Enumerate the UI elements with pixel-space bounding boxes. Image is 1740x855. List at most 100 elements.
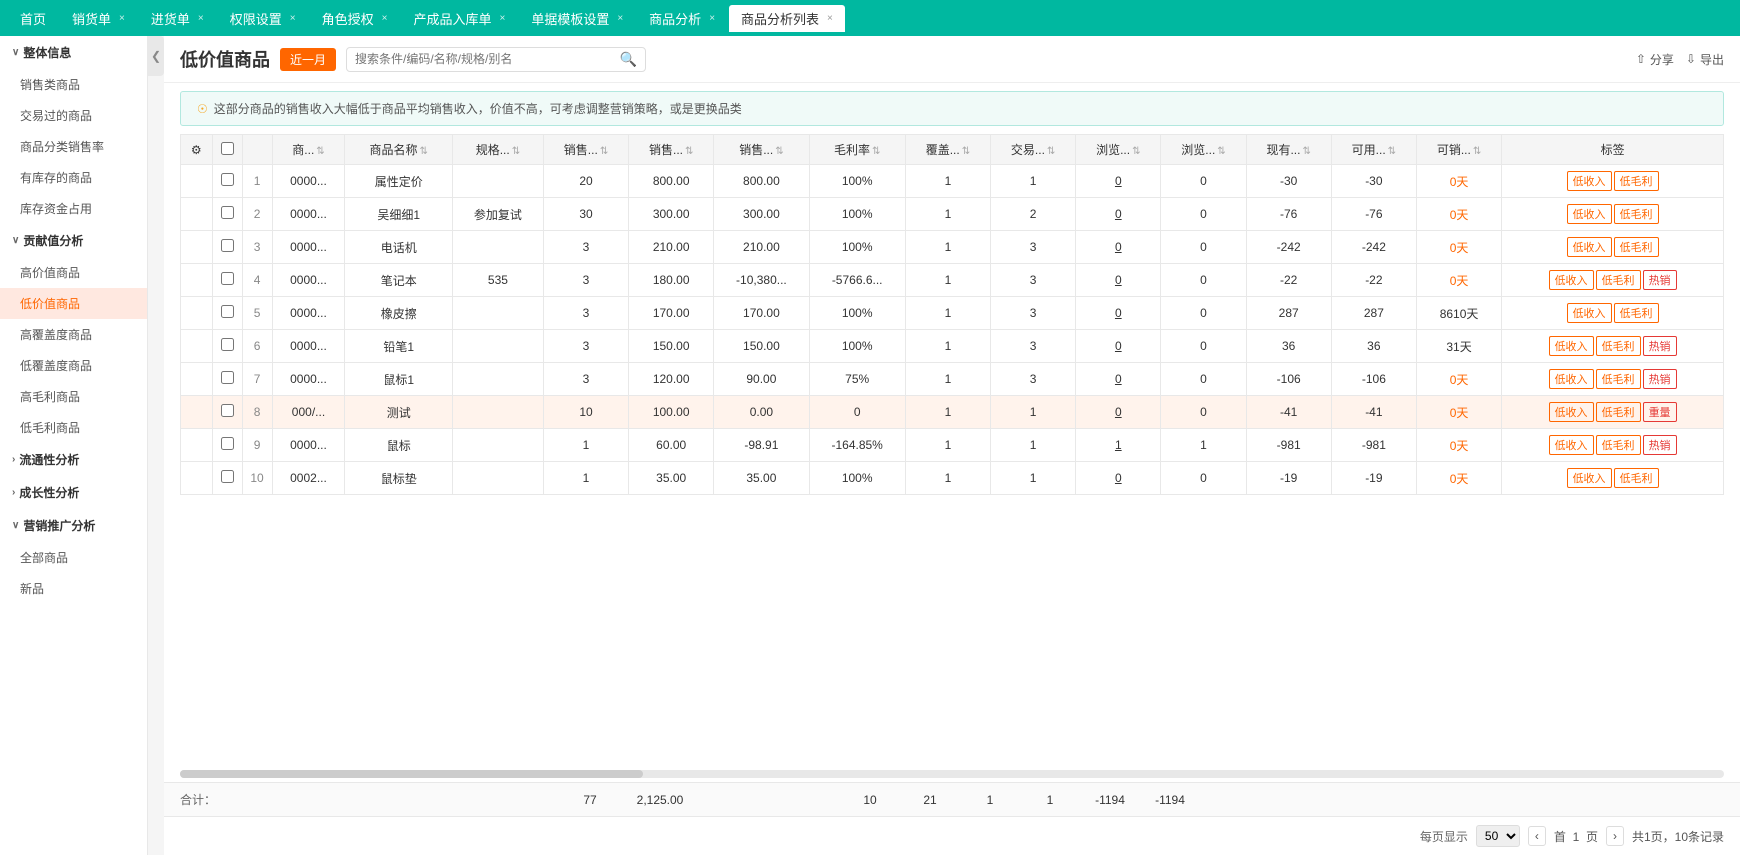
th-trade[interactable]: 交易...⇅ xyxy=(991,135,1076,165)
sidebar-item-低价值商品[interactable]: 低价值商品 xyxy=(0,288,147,319)
browse1-link[interactable]: 1 xyxy=(1115,438,1122,452)
browse1-link[interactable]: 0 xyxy=(1115,240,1122,254)
th-checkbox[interactable] xyxy=(212,135,242,165)
nav-item-角色授权[interactable]: 角色授权× xyxy=(310,5,400,32)
sidebar-item-高毛利商品[interactable]: 高毛利商品 xyxy=(0,381,147,412)
th-spec[interactable]: 规格...⇅ xyxy=(452,135,543,165)
td-browse1[interactable]: 0 xyxy=(1076,165,1161,198)
sidebar-group-贡献值分析[interactable]: ∨贡献值分析 xyxy=(0,224,147,257)
th-browse1[interactable]: 浏览...⇅ xyxy=(1076,135,1161,165)
td-checkbox[interactable] xyxy=(212,330,242,363)
export-button[interactable]: ⇩ 导出 xyxy=(1686,51,1724,68)
browse1-link[interactable]: 0 xyxy=(1115,306,1122,320)
sidebar-item-销售类商品[interactable]: 销售类商品 xyxy=(0,69,147,100)
select-all-checkbox[interactable] xyxy=(221,142,234,155)
th-qty[interactable]: 销售...⇅ xyxy=(543,135,628,165)
th-sales2[interactable]: 销售...⇅ xyxy=(714,135,809,165)
th-available[interactable]: 可用...⇅ xyxy=(1331,135,1416,165)
sidebar-item-低覆盖度商品[interactable]: 低覆盖度商品 xyxy=(0,350,147,381)
td-checkbox[interactable] xyxy=(212,231,242,264)
td-checkbox[interactable] xyxy=(212,396,242,429)
next-page-btn[interactable]: › xyxy=(1606,826,1624,846)
row-checkbox[interactable] xyxy=(221,173,234,186)
td-checkbox[interactable] xyxy=(212,363,242,396)
th-current[interactable]: 现有...⇅ xyxy=(1246,135,1331,165)
sidebar-item-库存资金占用[interactable]: 库存资金占用 xyxy=(0,193,147,224)
share-button[interactable]: ⇧ 分享 xyxy=(1636,51,1674,68)
search-icon[interactable]: 🔍 xyxy=(620,51,637,68)
first-page-btn[interactable]: ‹ xyxy=(1528,826,1546,846)
nav-item-销货单[interactable]: 销货单× xyxy=(60,5,137,32)
row-checkbox[interactable] xyxy=(221,338,234,351)
nav-item-产成品入库单[interactable]: 产成品入库单× xyxy=(401,5,517,32)
nav-item-权限设置[interactable]: 权限设置× xyxy=(218,5,308,32)
td-checkbox[interactable] xyxy=(212,198,242,231)
nav-close-销货单[interactable]: × xyxy=(119,13,125,24)
nav-item-商品分析列表[interactable]: 商品分析列表× xyxy=(729,5,845,32)
browse1-link[interactable]: 0 xyxy=(1115,174,1122,188)
sidebar-item-交易过的商品[interactable]: 交易过的商品 xyxy=(0,100,147,131)
nav-close-单据模板设置[interactable]: × xyxy=(617,13,623,24)
td-checkbox[interactable] xyxy=(212,264,242,297)
browse1-link[interactable]: 0 xyxy=(1115,471,1122,485)
th-coverage[interactable]: 覆盖...⇅ xyxy=(905,135,990,165)
td-browse1[interactable]: 0 xyxy=(1076,297,1161,330)
td-browse1[interactable]: 0 xyxy=(1076,264,1161,297)
nav-close-产成品入库单[interactable]: × xyxy=(499,13,505,24)
td-browse1[interactable]: 0 xyxy=(1076,363,1161,396)
row-checkbox[interactable] xyxy=(221,470,234,483)
nav-item-单据模板设置[interactable]: 单据模板设置× xyxy=(519,5,635,32)
th-browse2[interactable]: 浏览...⇅ xyxy=(1161,135,1246,165)
td-browse1[interactable]: 0 xyxy=(1076,198,1161,231)
browse1-link[interactable]: 0 xyxy=(1115,405,1122,419)
td-browse1[interactable]: 0 xyxy=(1076,396,1161,429)
page-size-select[interactable]: 50 xyxy=(1476,825,1520,847)
row-checkbox[interactable] xyxy=(221,239,234,252)
nav-close-权限设置[interactable]: × xyxy=(290,13,296,24)
nav-close-商品分析[interactable]: × xyxy=(709,13,715,24)
nav-item-首页[interactable]: 首页 xyxy=(8,5,58,32)
td-browse1[interactable]: 0 xyxy=(1076,330,1161,363)
td-browse1[interactable]: 0 xyxy=(1076,462,1161,495)
table-scroll-bar[interactable] xyxy=(180,770,1724,778)
th-gross[interactable]: 毛利率⇅ xyxy=(809,135,905,165)
nav-close-角色授权[interactable]: × xyxy=(382,13,388,24)
sidebar-group-营销推广分析[interactable]: ∨营销推广分析 xyxy=(0,509,147,542)
sidebar-collapse-btn[interactable]: ❮ xyxy=(148,36,164,76)
sidebar-item-有库存的商品[interactable]: 有库存的商品 xyxy=(0,162,147,193)
sidebar-item-商品分类销售率[interactable]: 商品分类销售率 xyxy=(0,131,147,162)
sidebar-item-低毛利商品[interactable]: 低毛利商品 xyxy=(0,412,147,443)
sidebar-group-流通性分析[interactable]: ›流通性分析 xyxy=(0,443,147,476)
table-scroll-thumb[interactable] xyxy=(180,770,643,778)
td-checkbox[interactable] xyxy=(212,165,242,198)
td-checkbox[interactable] xyxy=(212,429,242,462)
td-checkbox[interactable] xyxy=(212,297,242,330)
row-checkbox[interactable] xyxy=(221,437,234,450)
sidebar-item-新品[interactable]: 新品 xyxy=(0,573,147,604)
filter-recent-month-btn[interactable]: 近一月 xyxy=(280,48,336,71)
browse1-link[interactable]: 0 xyxy=(1115,207,1122,221)
sidebar-item-高价值商品[interactable]: 高价值商品 xyxy=(0,257,147,288)
row-checkbox[interactable] xyxy=(221,206,234,219)
nav-item-进货单[interactable]: 进货单× xyxy=(139,5,216,32)
sidebar-group-整体信息[interactable]: ∨整体信息 xyxy=(0,36,147,69)
sidebar-item-高覆盖度商品[interactable]: 高覆盖度商品 xyxy=(0,319,147,350)
th-sales1[interactable]: 销售...⇅ xyxy=(629,135,714,165)
row-checkbox[interactable] xyxy=(221,371,234,384)
browse1-link[interactable]: 0 xyxy=(1115,339,1122,353)
sidebar-group-成长性分析[interactable]: ›成长性分析 xyxy=(0,476,147,509)
nav-item-商品分析[interactable]: 商品分析× xyxy=(637,5,727,32)
nav-close-商品分析列表[interactable]: × xyxy=(827,13,833,24)
th-code[interactable]: 商...⇅ xyxy=(272,135,345,165)
th-name[interactable]: 商品名称⇅ xyxy=(345,135,453,165)
th-settings[interactable]: ⚙ xyxy=(181,135,213,165)
row-checkbox[interactable] xyxy=(221,272,234,285)
td-browse1[interactable]: 0 xyxy=(1076,231,1161,264)
browse1-link[interactable]: 0 xyxy=(1115,372,1122,386)
td-browse1[interactable]: 1 xyxy=(1076,429,1161,462)
nav-close-进货单[interactable]: × xyxy=(198,13,204,24)
td-checkbox[interactable] xyxy=(212,462,242,495)
row-checkbox[interactable] xyxy=(221,404,234,417)
th-sellable[interactable]: 可销...⇅ xyxy=(1416,135,1501,165)
sidebar-item-全部商品[interactable]: 全部商品 xyxy=(0,542,147,573)
